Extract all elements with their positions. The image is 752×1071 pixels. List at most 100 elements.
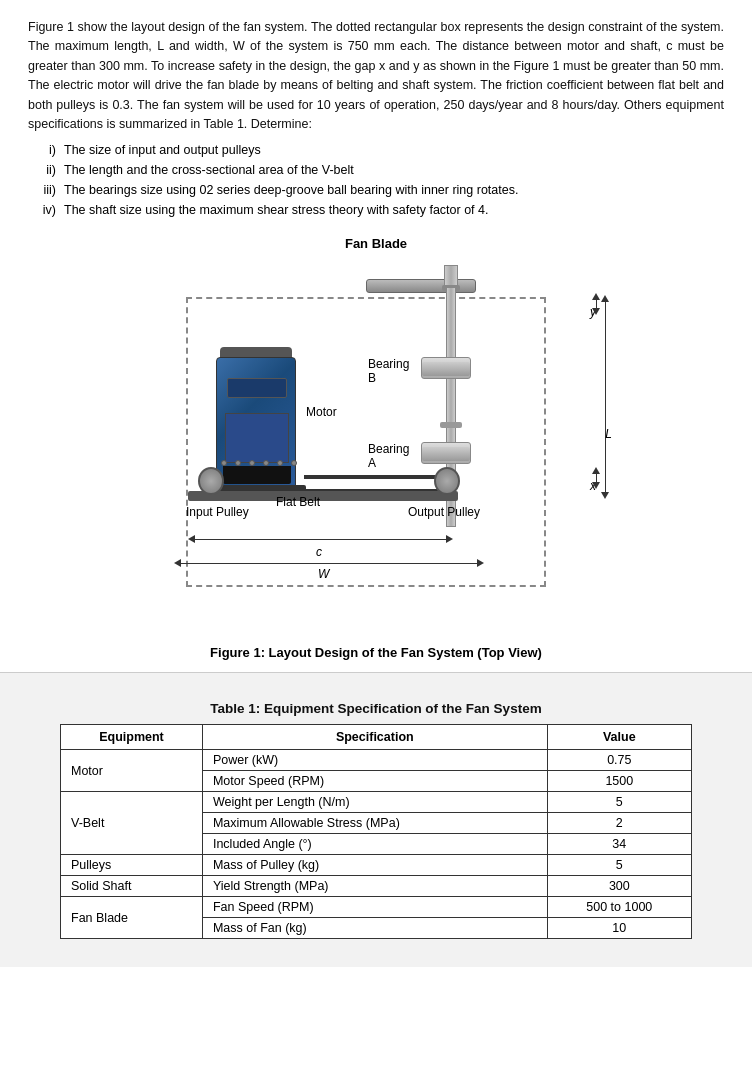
table-row: MotorPower (kW)0.75 [61, 750, 692, 771]
w-label: W [318, 567, 329, 581]
figure-caption: Figure 1: Layout Design of the Fan Syste… [210, 645, 542, 660]
list-num-4: iv) [28, 200, 56, 220]
motor-label: Motor [306, 405, 337, 419]
fan-blade-label: Fan Blade [345, 236, 407, 251]
figure-area: Fan Blade [28, 236, 724, 660]
l-arrow-top [601, 295, 609, 302]
value-cell: 5 [547, 855, 691, 876]
page: Figure 1 show the layout design of the f… [0, 0, 752, 1071]
bottom-section: Table 1: Equipment Specification of the … [0, 673, 752, 967]
col-header-equipment: Equipment [61, 725, 203, 750]
x-arrow-down [592, 482, 600, 489]
c-arrow-right [446, 535, 453, 543]
intro-paragraph: Figure 1 show the layout design of the f… [28, 18, 724, 134]
bolt-5 [277, 460, 283, 466]
list-item-2: ii) The length and the cross-sectional a… [28, 160, 724, 180]
motor-bolts [221, 460, 297, 466]
x-arrow-up [592, 467, 600, 474]
list-text-3: The bearings size using 02 series deep-g… [64, 180, 518, 200]
bolt-6 [291, 460, 297, 466]
spec-cell: Motor Speed (RPM) [202, 771, 547, 792]
value-cell: 10 [547, 918, 691, 939]
belt-table [188, 491, 458, 501]
bearing-a-label: BearingA [368, 442, 409, 470]
y-arrow-down [592, 308, 600, 315]
value-cell: 300 [547, 876, 691, 897]
equipment-cell: Motor [61, 750, 203, 792]
list-text-2: The length and the cross-sectional area … [64, 160, 354, 180]
equipment-cell: Pulleys [61, 855, 203, 876]
c-arrow-line [195, 539, 446, 540]
shaft-cap-mid [440, 422, 462, 428]
table-header-row: Equipment Specification Value [61, 725, 692, 750]
y-arrows [592, 293, 600, 315]
list-items: i) The size of input and output pulleys … [28, 140, 724, 220]
value-cell: 34 [547, 834, 691, 855]
w-arrow-left [174, 559, 181, 567]
x-line [596, 474, 597, 482]
belt-top [304, 475, 439, 479]
bearing-a-inner [422, 447, 470, 461]
w-arrow-container [174, 559, 484, 567]
bolt-4 [263, 460, 269, 466]
spec-cell: Maximum Allowable Stress (MPa) [202, 813, 547, 834]
motor-body [216, 357, 296, 487]
list-text-4: The shaft size using the maximum shear s… [64, 200, 488, 220]
table-row: PulleysMass of Pulley (kg)5 [61, 855, 692, 876]
y-line [596, 300, 597, 308]
spec-table: Equipment Specification Value MotorPower… [60, 724, 692, 939]
l-label: L [605, 427, 612, 441]
l-dimension-line [605, 299, 606, 494]
table-row: Solid ShaftYield Strength (MPa)300 [61, 876, 692, 897]
list-item-3: iii) The bearings size using 02 series d… [28, 180, 724, 200]
input-pulley-label: Input Pulley [186, 505, 249, 519]
output-pulley-label: Output Pulley [408, 505, 480, 519]
y-arrow-up [592, 293, 600, 300]
spec-cell: Weight per Length (N/m) [202, 792, 547, 813]
diagram-container: Motor BearingB BearingA [126, 257, 626, 637]
bolt-3 [249, 460, 255, 466]
value-cell: 0.75 [547, 750, 691, 771]
col-header-value: Value [547, 725, 691, 750]
bearing-b-label: BearingB [368, 357, 409, 385]
x-arrows [592, 467, 600, 489]
motor-detail-1 [227, 378, 287, 398]
spec-cell: Fan Speed (RPM) [202, 897, 547, 918]
c-arrow-container [188, 535, 453, 543]
table-row: Fan BladeFan Speed (RPM)500 to 1000 [61, 897, 692, 918]
value-cell: 500 to 1000 [547, 897, 691, 918]
bolt-1 [221, 460, 227, 466]
equipment-cell: Fan Blade [61, 897, 203, 939]
equipment-cell: Solid Shaft [61, 876, 203, 897]
spec-cell: Power (kW) [202, 750, 547, 771]
c-arrow-left [188, 535, 195, 543]
spec-cell: Included Angle (°) [202, 834, 547, 855]
bearing-b-body [421, 357, 471, 379]
bearing-b-inner [422, 362, 470, 376]
spec-cell: Yield Strength (MPa) [202, 876, 547, 897]
w-arrow-line [181, 563, 477, 564]
equipment-cell: V-Belt [61, 792, 203, 855]
flat-belt-label: Flat Belt [276, 495, 320, 509]
value-cell: 5 [547, 792, 691, 813]
value-cell: 2 [547, 813, 691, 834]
list-num-2: ii) [28, 160, 56, 180]
list-item-4: iv) The shaft size using the maximum she… [28, 200, 724, 220]
motor-detail-2 [225, 413, 289, 463]
value-cell: 1500 [547, 771, 691, 792]
list-num-3: iii) [28, 180, 56, 200]
table-title: Table 1: Equipment Specification of the … [60, 701, 692, 716]
motor-base [223, 466, 291, 484]
bearing-a-body [421, 442, 471, 464]
spec-cell: Mass of Pulley (kg) [202, 855, 547, 876]
bolt-2 [235, 460, 241, 466]
l-arrow-bottom [601, 492, 609, 499]
list-num-1: i) [28, 140, 56, 160]
list-text-1: The size of input and output pulleys [64, 140, 261, 160]
top-section: Figure 1 show the layout design of the f… [0, 0, 752, 673]
w-arrow-right [477, 559, 484, 567]
list-item-1: i) The size of input and output pulleys [28, 140, 724, 160]
c-label: c [316, 545, 322, 559]
col-header-specification: Specification [202, 725, 547, 750]
spec-cell: Mass of Fan (kg) [202, 918, 547, 939]
